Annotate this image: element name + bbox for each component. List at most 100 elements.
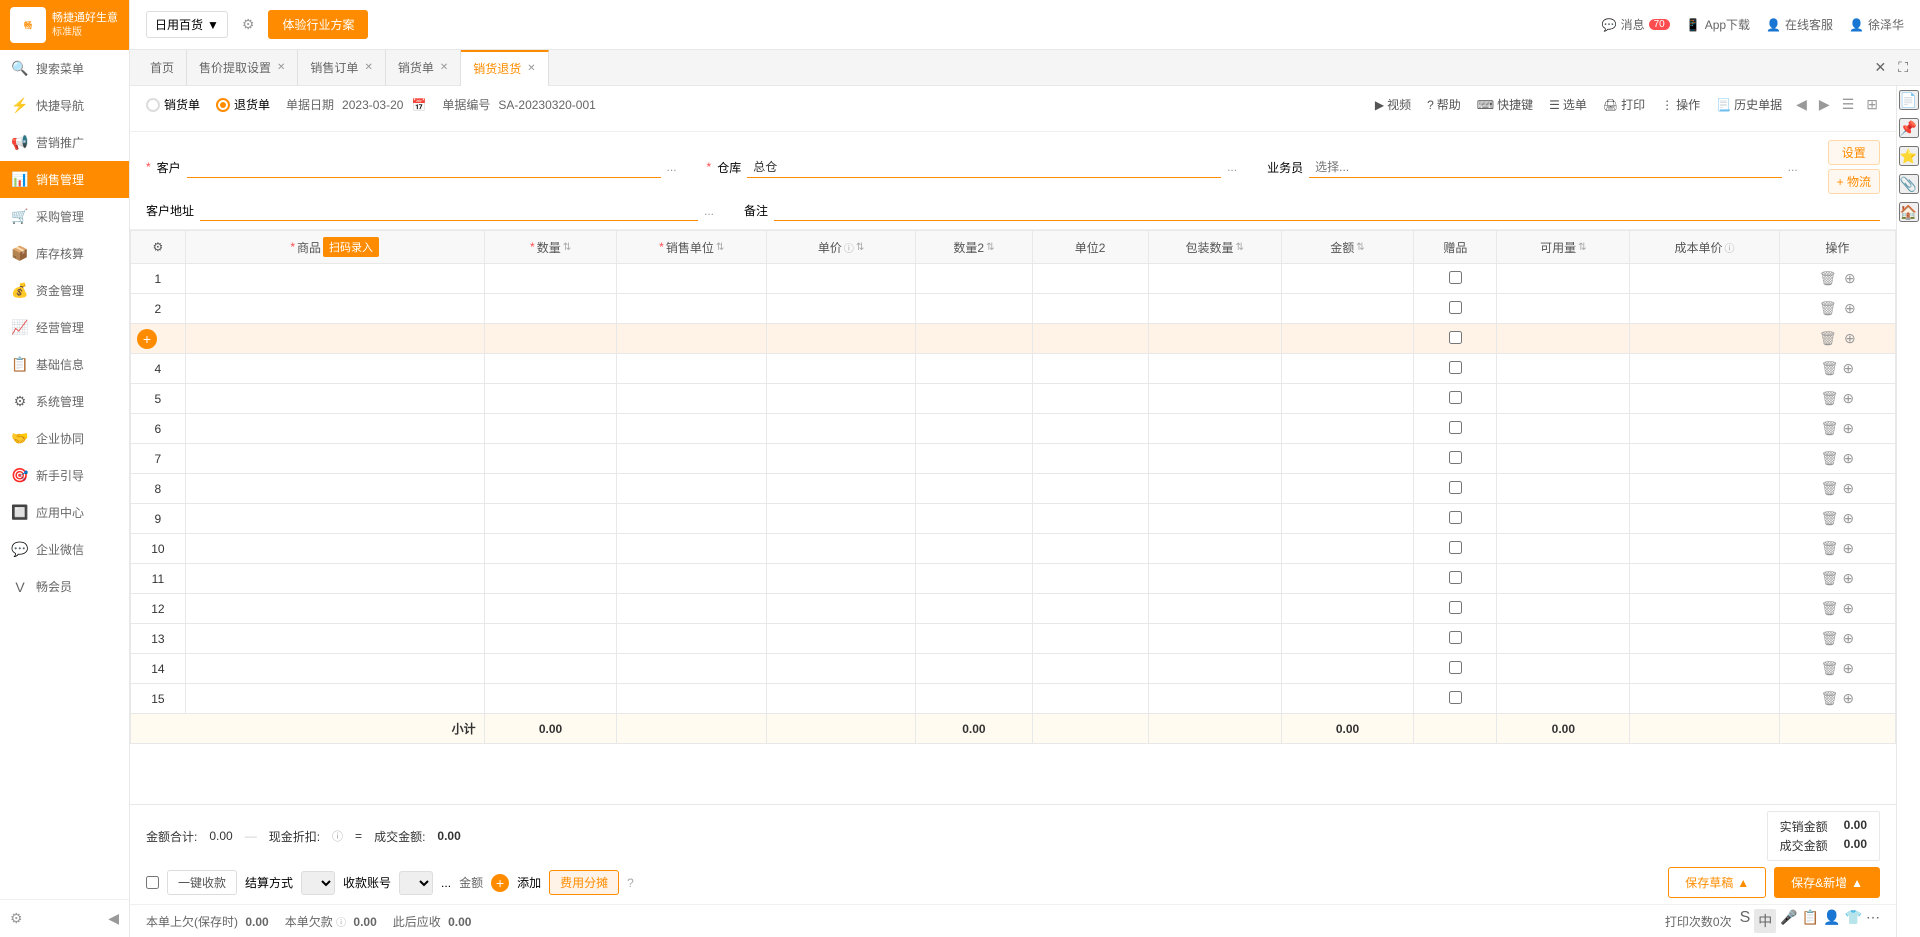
tab-close-return[interactable]: ✕ [527,63,535,74]
one-click-payment-button[interactable]: 一键收款 [167,870,237,895]
price-sort-icon[interactable]: ⇅ [856,242,864,253]
settings-bottom-button[interactable]: ⚙ [8,908,25,929]
price-cell-active[interactable] [766,324,915,354]
account-select[interactable] [399,871,433,895]
trial-button[interactable]: 体验行业方案 [268,10,368,39]
history-button[interactable]: 📃 历史单据 [1712,94,1786,115]
copy-row-button[interactable]: ⊕ [1840,388,1856,409]
copy-row-button[interactable]: ⊕ [1840,568,1856,589]
customer-select-btn[interactable]: ... [667,160,677,174]
unit-cell[interactable] [617,264,766,294]
close-tab-button[interactable]: ✕ [1870,57,1890,78]
input-method-icon1[interactable]: 中 [1754,909,1776,933]
tab-price-settings[interactable]: 售价提取设置 ✕ [187,50,298,86]
next-record-button[interactable]: ▶ [1817,94,1832,115]
form-settings-button[interactable]: 设置 [1828,140,1880,165]
gift-checkbox[interactable] [1449,301,1462,314]
gift-checkbox[interactable] [1449,361,1462,374]
right-panel-btn-5[interactable]: 🏠 [1899,202,1919,222]
note-input[interactable] [774,200,1880,221]
sidebar-item-sales[interactable]: 📊 销售管理 [0,161,129,198]
amount-cell-active[interactable] [1281,324,1414,354]
delete-row-button[interactable]: 🗑 [1819,508,1841,529]
cost-cell-active[interactable] [1630,324,1779,354]
gift-checkbox[interactable] [1449,481,1462,494]
tab-sales-order[interactable]: 销售订单 ✕ [298,50,385,86]
online-service-item[interactable]: 👤 在线客服 [1766,16,1833,33]
right-panel-btn-3[interactable]: ⭐ [1899,146,1919,166]
unit2-cell[interactable] [1032,294,1148,324]
delete-row-button[interactable]: 🗑 [1819,628,1841,649]
qty2-cell[interactable] [916,264,1032,294]
avail-cell[interactable] [1497,294,1630,324]
product-input-active[interactable] [192,331,478,346]
tab-close-price[interactable]: ✕ [277,62,285,73]
cost-cell[interactable] [1630,264,1779,294]
cost-cell[interactable] [1630,294,1779,324]
copy-row-button[interactable]: ⊕ [1840,418,1856,439]
product-cell-active[interactable] [185,324,484,354]
delete-row-button[interactable]: 🗑 [1817,328,1839,349]
sidebar-item-basic[interactable]: 📋 基础信息 [0,346,129,383]
unit-cell-active[interactable] [617,324,766,354]
delete-row-button[interactable]: 🗑 [1819,538,1841,559]
address-input[interactable] [200,200,698,221]
gift-checkbox[interactable] [1449,661,1462,674]
gift-checkbox[interactable] [1449,511,1462,524]
qty-cell-active[interactable] [484,324,617,354]
fee-split-button[interactable]: 费用分摊 [549,870,619,895]
tab-home[interactable]: 首页 [138,50,187,86]
sidebar-item-operation[interactable]: 📈 经营管理 [0,309,129,346]
video-button[interactable]: ▶ 视频 [1371,94,1415,115]
unit2-cell-active[interactable] [1032,324,1148,354]
tab-sales[interactable]: 销货单 ✕ [386,50,461,86]
fee-help-icon[interactable]: ? [627,876,634,890]
pack-cell-active[interactable] [1148,324,1281,354]
shortcut-button[interactable]: ⌨ 快捷键 [1473,94,1537,115]
product-cell[interactable] [185,264,484,294]
gift-checkbox[interactable] [1449,691,1462,704]
copy-row-button[interactable]: ⊕ [1840,658,1856,679]
delete-row-button[interactable]: 🗑 [1819,568,1841,589]
qty2-cell-active[interactable] [916,324,1032,354]
save-draft-button[interactable]: 保存草稿 ▲ [1668,867,1766,898]
tab-close-sales[interactable]: ✕ [440,62,448,73]
add-payment-button[interactable]: + [491,874,509,892]
copy-row-button[interactable]: ⊕ [1840,688,1856,709]
gift-checkbox[interactable] [1449,631,1462,644]
gift-checkbox[interactable] [1449,601,1462,614]
right-panel-btn-1[interactable]: 📄 [1899,90,1919,110]
input-method-icon6[interactable]: ⋯ [1866,909,1880,933]
copy-row-button[interactable]: ⊕ [1840,358,1856,379]
pack-sort-icon[interactable]: ⇅ [1235,242,1243,253]
delete-row-button[interactable]: 🗑 [1819,688,1841,709]
sidebar-item-system[interactable]: ⚙ 系统管理 [0,383,129,420]
settle-method-select[interactable] [301,871,335,895]
operation-button[interactable]: ⋮ 操作 [1657,94,1704,115]
right-panel-btn-2[interactable]: 📌 [1899,118,1919,138]
unit-sort-icon[interactable]: ⇅ [716,242,724,253]
qty2-sort-icon[interactable]: ⇅ [986,242,994,253]
radio-sales[interactable]: 销货单 [146,96,200,113]
sidebar-item-appcenter[interactable]: 🔲 应用中心 [0,494,129,531]
prev-record-button[interactable]: ◀ [1794,94,1809,115]
app-download-item[interactable]: 📱 App下载 [1686,16,1750,33]
price-cell[interactable] [766,294,915,324]
discount-help-icon[interactable]: ⓘ [332,828,343,844]
warehouse-input[interactable] [747,157,1221,178]
gift-checkbox[interactable] [1449,391,1462,404]
copy-row-button[interactable]: ⊕ [1840,508,1856,529]
unit2-cell[interactable] [1032,264,1148,294]
staff-select-btn[interactable]: ... [1788,160,1798,174]
amount-sort-icon[interactable]: ⇅ [1356,242,1364,253]
save-new-button[interactable]: 保存&新增 ▲ [1774,867,1880,898]
grid-view-button[interactable]: ⊞ [1864,94,1880,115]
qty-cell[interactable] [484,264,617,294]
message-item[interactable]: 💬 消息 70 [1602,16,1670,33]
sidebar-item-wechat[interactable]: 💬 企业微信 [0,531,129,568]
customer-input[interactable] [187,157,661,178]
amount-cell[interactable] [1281,264,1414,294]
price-cell[interactable] [766,264,915,294]
delete-row-button[interactable]: 🗑 [1819,658,1841,679]
col-gear[interactable]: ⚙ [131,231,186,264]
